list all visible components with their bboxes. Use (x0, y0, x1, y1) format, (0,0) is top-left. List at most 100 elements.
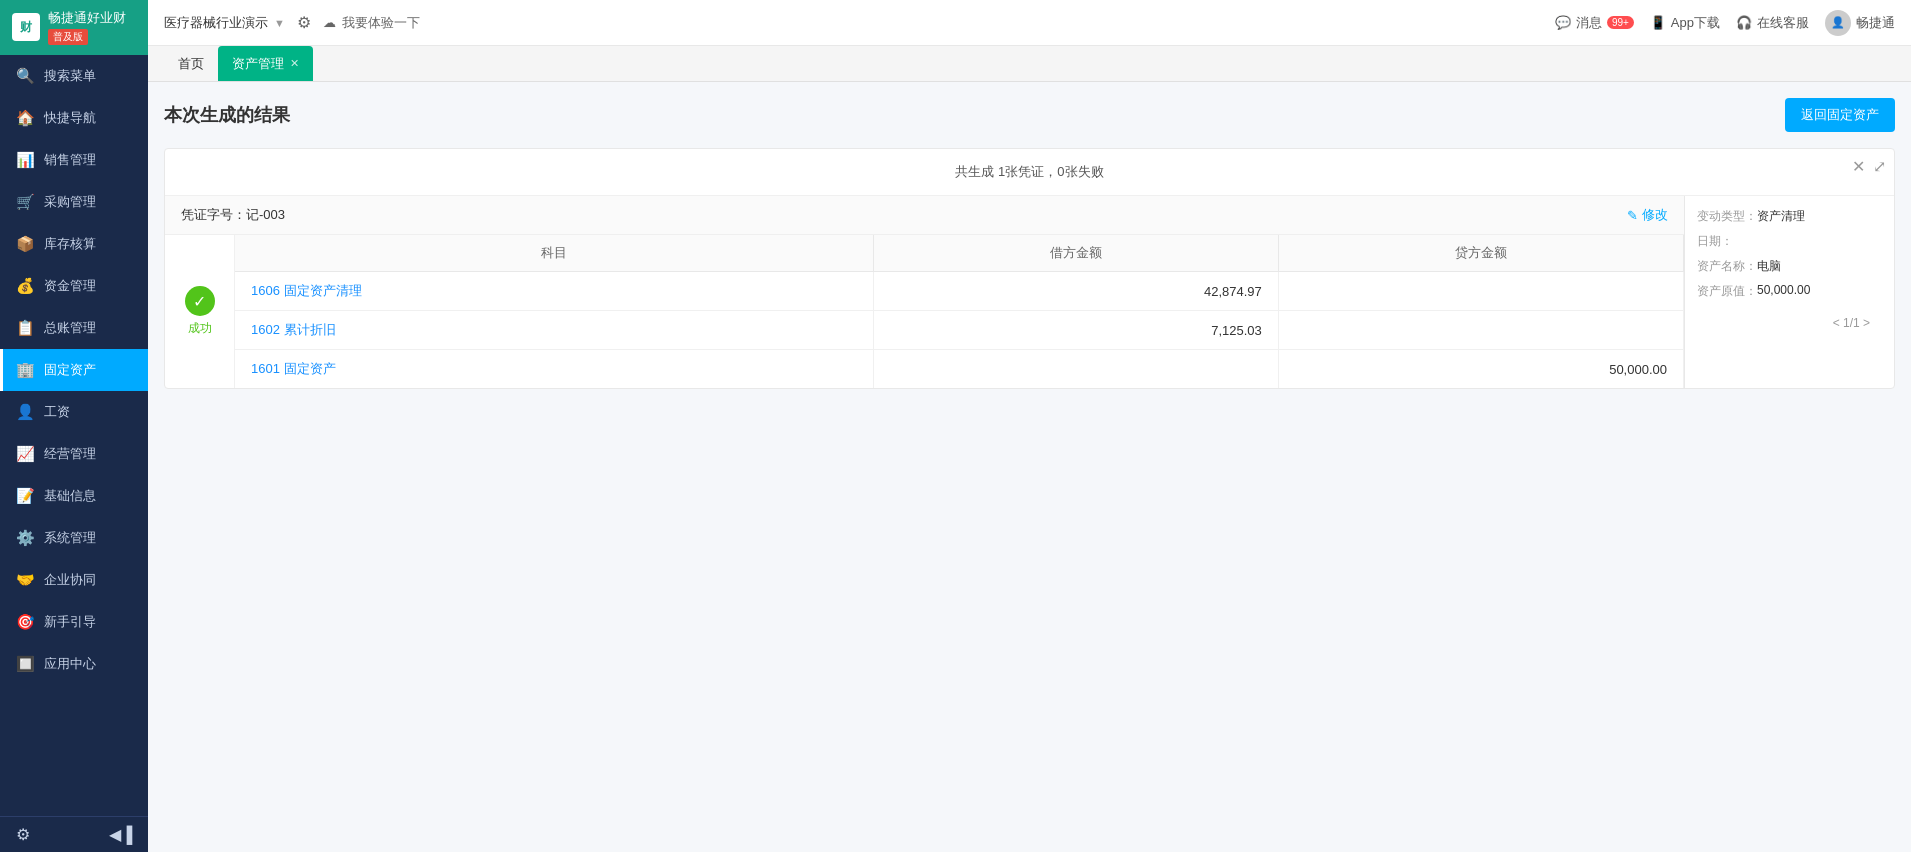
sidebar-item-guide[interactable]: 🎯 新手引导 (0, 601, 148, 643)
voucher-table: 科目 借方金额 贷方金额 1606 固定资产清理 42,874.97 (235, 235, 1684, 388)
voucher-info-panel: 变动类型： 资产清理 日期： 资产名称： 电脑 资产原值： 50,000.00 (1684, 196, 1894, 388)
sidebar-item-sales[interactable]: 📊 销售管理 (0, 139, 148, 181)
payroll-icon: 👤 (16, 403, 34, 421)
sidebar-item-label: 系统管理 (44, 529, 96, 547)
inventory-icon: 📦 (16, 235, 34, 253)
sidebar-bottom: ⚙ ◀▐ (0, 816, 148, 852)
sidebar-item-payroll[interactable]: 👤 工资 (0, 391, 148, 433)
voucher-section: 凭证字号：记-003 ✎ 修改 ✓ 成功 (165, 196, 1894, 388)
sidebar-item-label: 工资 (44, 403, 70, 421)
sidebar-item-label: 经营管理 (44, 445, 96, 463)
collapse-icon[interactable]: ◀▐ (109, 825, 132, 844)
tab-asset-management[interactable]: 资产管理 ✕ (218, 46, 313, 81)
message-badge: 99+ (1607, 16, 1634, 29)
sidebar-nav: 🔍 搜索菜单 🏠 快捷导航 📊 销售管理 🛒 采购管理 📦 库存核算 💰 资金管… (0, 55, 148, 816)
date-row: 日期： (1697, 233, 1882, 250)
edit-icon: ✎ (1627, 208, 1638, 223)
headset-icon: 🎧 (1736, 15, 1752, 30)
sidebar-item-finance[interactable]: 💰 资金管理 (0, 265, 148, 307)
finance-icon: 💰 (16, 277, 34, 295)
sidebar-item-search[interactable]: 🔍 搜索菜单 (0, 55, 148, 97)
sidebar-item-system[interactable]: ⚙️ 系统管理 (0, 517, 148, 559)
sidebar-item-app-center[interactable]: 🔲 应用中心 (0, 643, 148, 685)
back-to-fixed-assets-button[interactable]: 返回固定资产 (1785, 98, 1895, 132)
fixed-assets-icon: 🏢 (16, 361, 34, 379)
dropdown-arrow-icon: ▼ (274, 17, 285, 29)
app-logo: 财 畅捷通好业财 普及版 (0, 0, 148, 55)
system-icon: ⚙️ (16, 529, 34, 547)
app-center-icon: 🔲 (16, 655, 34, 673)
ledger-icon: 📋 (16, 319, 34, 337)
asset-value-row: 资产原值： 50,000.00 (1697, 283, 1882, 300)
basic-info-icon: 📝 (16, 487, 34, 505)
sidebar-item-quick-nav[interactable]: 🏠 快捷导航 (0, 97, 148, 139)
expand-panel-button[interactable]: ⤢ (1873, 157, 1886, 176)
sidebar-item-label: 采购管理 (44, 193, 96, 211)
topbar-left: 医疗器械行业演示 ▼ ⚙ ☁ 我要体验一下 (164, 13, 420, 32)
cooperation-icon: 🤝 (16, 571, 34, 589)
table-row: 1602 累计折旧 7,125.03 (235, 311, 1684, 350)
avatar: 👤 (1825, 10, 1851, 36)
message-button[interactable]: 💬 消息 99+ (1555, 14, 1634, 32)
change-type-value: 资产清理 (1757, 208, 1805, 225)
phone-icon: 📱 (1650, 15, 1666, 30)
sidebar-item-label: 库存核算 (44, 235, 96, 253)
settings-icon[interactable]: ⚙ (297, 13, 311, 32)
sidebar-item-label: 企业协同 (44, 571, 96, 589)
sidebar-item-cooperation[interactable]: 🤝 企业协同 (0, 559, 148, 601)
debit-amount: 42,874.97 (873, 272, 1278, 311)
company-selector[interactable]: 医疗器械行业演示 ▼ (164, 14, 285, 32)
account-link[interactable]: 1601 固定资产 (251, 361, 336, 376)
sidebar-item-fixed-assets[interactable]: 🏢 固定资产 (0, 349, 148, 391)
app-version: 普及版 (48, 29, 88, 45)
guide-icon: 🎯 (16, 613, 34, 631)
sidebar-item-label: 应用中心 (44, 655, 96, 673)
page-title: 本次生成的结果 (164, 103, 290, 127)
online-service-button[interactable]: 🎧 在线客服 (1736, 14, 1809, 32)
message-icon: 💬 (1555, 15, 1571, 30)
cloud-icon: ☁ (323, 15, 336, 30)
tab-close-icon[interactable]: ✕ (290, 57, 299, 70)
close-panel-button[interactable]: ✕ (1852, 157, 1865, 176)
change-type-label: 变动类型： (1697, 208, 1757, 225)
topbar-right: 💬 消息 99+ 📱 App下载 🎧 在线客服 👤 畅捷通 (1555, 10, 1895, 36)
sidebar-item-label: 快捷导航 (44, 109, 96, 127)
tabbar: 首页 资产管理 ✕ (148, 46, 1911, 82)
edit-button[interactable]: ✎ 修改 (1627, 206, 1668, 224)
sidebar-item-label: 资金管理 (44, 277, 96, 295)
success-icon: ✓ (185, 286, 215, 316)
sidebar-item-label: 新手引导 (44, 613, 96, 631)
debit-amount (873, 350, 1278, 389)
col-account: 科目 (235, 235, 873, 272)
sidebar-item-purchase[interactable]: 🛒 采购管理 (0, 181, 148, 223)
voucher-table-area: ✓ 成功 科目 借方金额 贷方金额 (165, 235, 1684, 388)
pagination[interactable]: < 1/1 > (1697, 308, 1882, 338)
purchase-icon: 🛒 (16, 193, 34, 211)
gear-icon[interactable]: ⚙ (16, 825, 30, 844)
search-icon: 🔍 (16, 67, 34, 85)
app-download-button[interactable]: 📱 App下载 (1650, 14, 1720, 32)
topbar: 医疗器械行业演示 ▼ ⚙ ☁ 我要体验一下 💬 消息 99+ 📱 App下载 🎧… (148, 0, 1911, 46)
account-link[interactable]: 1606 固定资产清理 (251, 283, 362, 298)
account-link[interactable]: 1602 累计折旧 (251, 322, 336, 337)
content-area: 本次生成的结果 返回固定资产 ✕ ⤢ 共生成 1张凭证，0张失败 凭证字号：记-… (148, 82, 1911, 852)
asset-name-label: 资产名称： (1697, 258, 1757, 275)
user-menu[interactable]: 👤 畅捷通 (1825, 10, 1895, 36)
asset-value-value: 50,000.00 (1757, 283, 1810, 300)
sidebar-item-basic-info[interactable]: 📝 基础信息 (0, 475, 148, 517)
sidebar-item-label: 销售管理 (44, 151, 96, 169)
change-type-row: 变动类型： 资产清理 (1697, 208, 1882, 225)
sidebar-item-ledger[interactable]: 📋 总账管理 (0, 307, 148, 349)
sidebar-item-label: 固定资产 (44, 361, 96, 379)
tab-home[interactable]: 首页 (164, 46, 218, 81)
main-area: 医疗器械行业演示 ▼ ⚙ ☁ 我要体验一下 💬 消息 99+ 📱 App下载 🎧… (148, 0, 1911, 852)
sidebar: 财 畅捷通好业财 普及版 🔍 搜索菜单 🏠 快捷导航 📊 销售管理 🛒 采购管理… (0, 0, 148, 852)
voucher-header: 凭证字号：记-003 ✎ 修改 (165, 196, 1684, 235)
voucher-table-wrapper: 科目 借方金额 贷方金额 1606 固定资产清理 42,874.97 (235, 235, 1684, 388)
experience-button[interactable]: ☁ 我要体验一下 (323, 14, 420, 32)
table-row: 1606 固定资产清理 42,874.97 (235, 272, 1684, 311)
logo-icon: 财 (12, 13, 40, 41)
sidebar-item-inventory[interactable]: 📦 库存核算 (0, 223, 148, 265)
sidebar-item-label: 基础信息 (44, 487, 96, 505)
sidebar-item-operations[interactable]: 📈 经营管理 (0, 433, 148, 475)
